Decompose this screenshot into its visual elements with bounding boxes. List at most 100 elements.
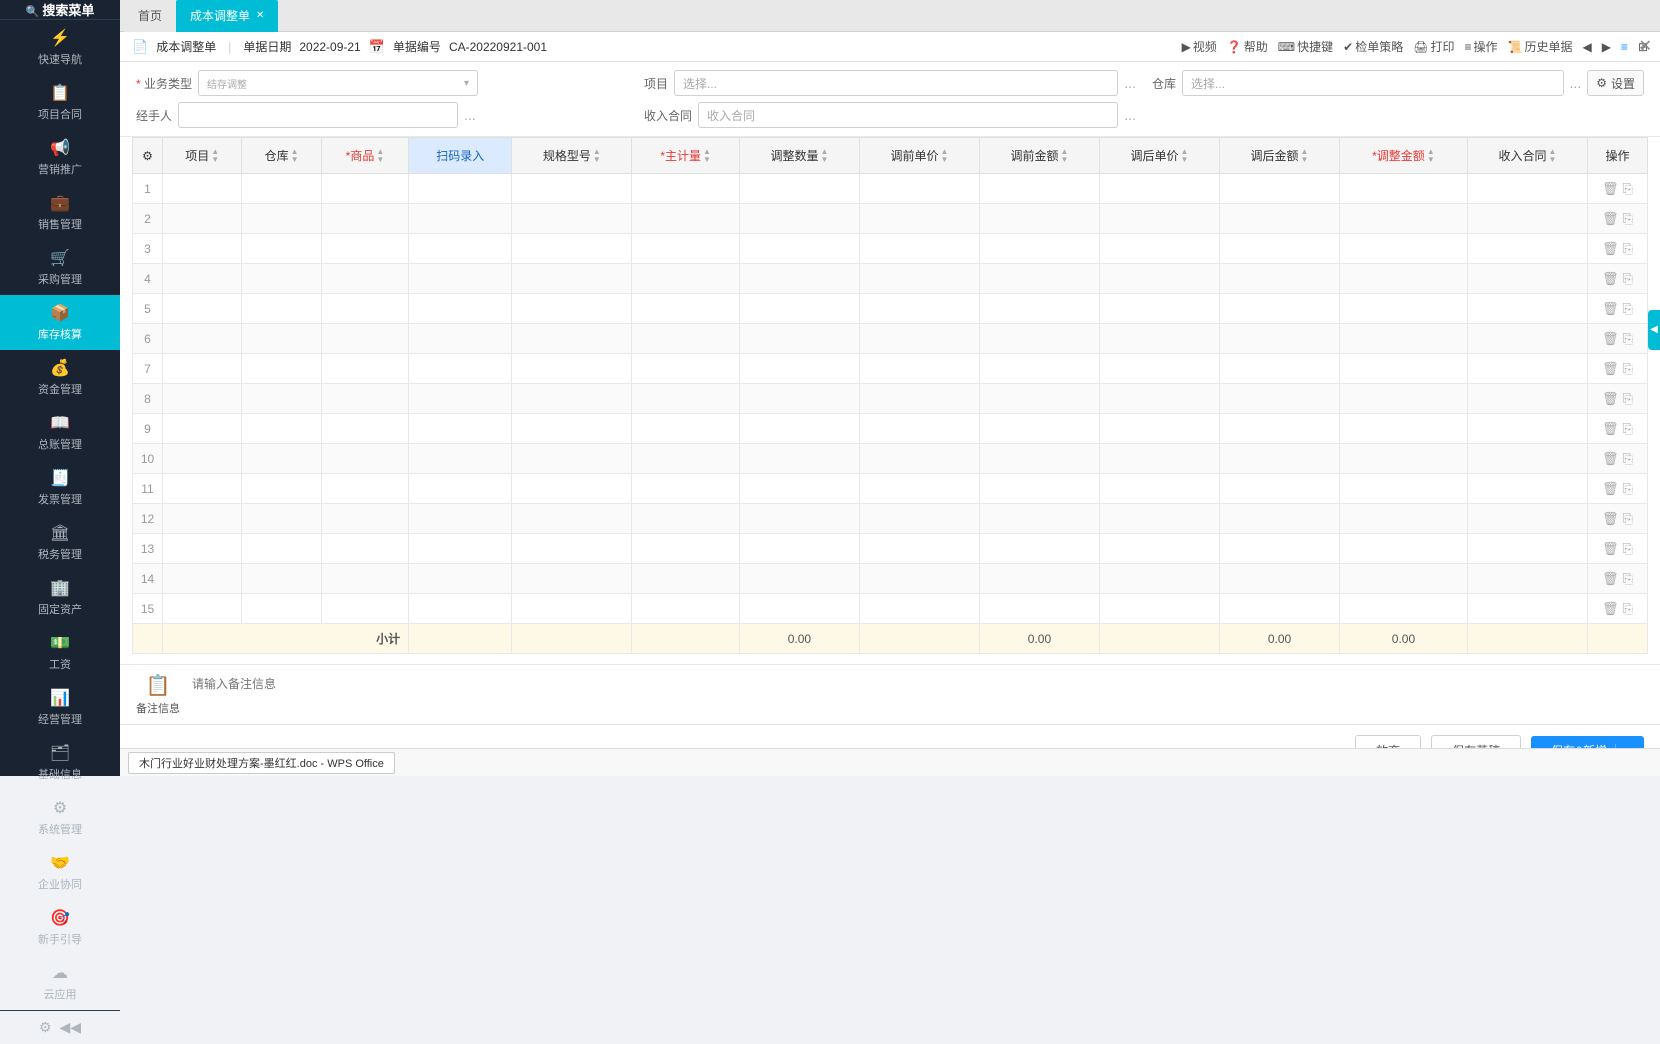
copy-row-icon[interactable]: ⎘ <box>1623 271 1633 287</box>
cell-before-price[interactable] <box>859 444 979 474</box>
cell-before-amount[interactable] <box>979 264 1099 294</box>
sidebar-item-coop[interactable]: 🤝 企业协同 <box>0 845 120 900</box>
cell-adj-qty[interactable] <box>739 564 859 594</box>
cell-before-price[interactable] <box>859 234 979 264</box>
cell-before-amount[interactable] <box>979 204 1099 234</box>
side-handle[interactable]: ◀ <box>1648 310 1660 350</box>
cell-project[interactable] <box>163 384 242 414</box>
delete-row-icon[interactable]: 🗑 <box>1602 391 1619 407</box>
cell-after-amount[interactable] <box>1219 324 1339 354</box>
cell-before-amount[interactable] <box>979 414 1099 444</box>
delete-row-icon[interactable]: 🗑 <box>1602 331 1619 347</box>
sidebar-item-sales[interactable]: 💼 销售管理 <box>0 185 120 240</box>
cell-adj-qty[interactable] <box>739 384 859 414</box>
cell-after-price[interactable] <box>1099 264 1219 294</box>
cell-after-price[interactable] <box>1099 204 1219 234</box>
sidebar-item-invoice[interactable]: 🧾 发票管理 <box>0 460 120 515</box>
cell-adj-qty[interactable] <box>739 414 859 444</box>
biz-type-input[interactable]: 结存调整 ▾ <box>198 70 478 96</box>
cell-warehouse[interactable] <box>242 564 321 594</box>
cell-after-amount[interactable] <box>1219 204 1339 234</box>
cell-adj-amount[interactable] <box>1340 234 1468 264</box>
cell-scan[interactable] <box>409 234 512 264</box>
cell-after-amount[interactable] <box>1219 444 1339 474</box>
copy-row-icon[interactable]: ⎘ <box>1623 481 1633 497</box>
cell-unit[interactable] <box>632 564 740 594</box>
cell-after-price[interactable] <box>1099 564 1219 594</box>
cell-after-amount[interactable] <box>1219 414 1339 444</box>
cell-before-price[interactable] <box>859 294 979 324</box>
cell-spec[interactable] <box>512 264 632 294</box>
cell-spec[interactable] <box>512 474 632 504</box>
cell-before-price[interactable] <box>859 504 979 534</box>
cell-scan[interactable] <box>409 474 512 504</box>
sidebar-item-salary[interactable]: 💵 工资 <box>0 625 120 680</box>
cell-project[interactable] <box>163 474 242 504</box>
cell-warehouse[interactable] <box>242 594 321 624</box>
cell-unit[interactable] <box>632 474 740 504</box>
cell-scan[interactable] <box>409 264 512 294</box>
cell-adj-amount[interactable] <box>1340 504 1468 534</box>
cell-income-contract[interactable] <box>1467 384 1587 414</box>
cell-before-price[interactable] <box>859 474 979 504</box>
cell-warehouse[interactable] <box>242 174 321 204</box>
cell-after-amount[interactable] <box>1219 504 1339 534</box>
cell-spec[interactable] <box>512 564 632 594</box>
cell-spec[interactable] <box>512 234 632 264</box>
tab-cost-adjust[interactable]: 成本调整单 ✕ <box>176 0 278 32</box>
cell-income-contract[interactable] <box>1467 324 1587 354</box>
cell-spec[interactable] <box>512 504 632 534</box>
cell-adj-qty[interactable] <box>739 594 859 624</box>
delete-row-icon[interactable]: 🗑 <box>1602 481 1619 497</box>
warehouse-dots[interactable]: ... <box>1570 75 1582 91</box>
cell-spec[interactable] <box>512 174 632 204</box>
cell-warehouse[interactable] <box>242 384 321 414</box>
cell-unit[interactable] <box>632 204 740 234</box>
copy-row-icon[interactable]: ⎘ <box>1623 391 1633 407</box>
cell-product[interactable] <box>321 504 408 534</box>
cell-project[interactable] <box>163 324 242 354</box>
cell-adj-qty[interactable] <box>739 474 859 504</box>
cell-income-contract[interactable] <box>1467 534 1587 564</box>
cell-income-contract[interactable] <box>1467 444 1587 474</box>
cell-product[interactable] <box>321 204 408 234</box>
cell-warehouse[interactable] <box>242 534 321 564</box>
cell-income-contract[interactable] <box>1467 594 1587 624</box>
copy-row-icon[interactable]: ⎘ <box>1623 541 1633 557</box>
cell-adj-qty[interactable] <box>739 534 859 564</box>
notes-input[interactable] <box>192 673 1644 695</box>
copy-row-icon[interactable]: ⎘ <box>1623 211 1633 227</box>
cell-after-price[interactable] <box>1099 474 1219 504</box>
action-ops[interactable]: ≡ 操作 <box>1464 38 1497 55</box>
cell-adj-amount[interactable] <box>1340 204 1468 234</box>
cell-before-amount[interactable] <box>979 294 1099 324</box>
cell-before-amount[interactable] <box>979 534 1099 564</box>
copy-row-icon[interactable]: ⎘ <box>1623 181 1633 197</box>
cell-spec[interactable] <box>512 444 632 474</box>
cell-unit[interactable] <box>632 174 740 204</box>
cell-product[interactable] <box>321 474 408 504</box>
cell-before-amount[interactable] <box>979 564 1099 594</box>
sidebar-item-assets[interactable]: 🏢 固定资产 <box>0 570 120 625</box>
cell-project[interactable] <box>163 564 242 594</box>
copy-row-icon[interactable]: ⎘ <box>1623 301 1633 317</box>
cell-income-contract[interactable] <box>1467 474 1587 504</box>
cell-after-amount[interactable] <box>1219 264 1339 294</box>
action-help[interactable]: ❓ 帮助 <box>1227 38 1268 55</box>
cell-income-contract[interactable] <box>1467 204 1587 234</box>
sidebar-item-base[interactable]: 🗂 基础信息 <box>0 735 120 790</box>
cell-adj-amount[interactable] <box>1340 474 1468 504</box>
cell-after-price[interactable] <box>1099 294 1219 324</box>
cell-product[interactable] <box>321 414 408 444</box>
cell-before-amount[interactable] <box>979 594 1099 624</box>
sidebar-item-project[interactable]: 📋 项目合同 <box>0 75 120 130</box>
cell-spec[interactable] <box>512 354 632 384</box>
cell-adj-amount[interactable] <box>1340 264 1468 294</box>
cell-adj-amount[interactable] <box>1340 384 1468 414</box>
cell-after-price[interactable] <box>1099 174 1219 204</box>
copy-row-icon[interactable]: ⎘ <box>1623 511 1633 527</box>
cell-warehouse[interactable] <box>242 474 321 504</box>
sidebar-item-newbie[interactable]: 🎯 新手引导 <box>0 900 120 955</box>
cell-adj-qty[interactable] <box>739 444 859 474</box>
cell-adj-qty[interactable] <box>739 504 859 534</box>
